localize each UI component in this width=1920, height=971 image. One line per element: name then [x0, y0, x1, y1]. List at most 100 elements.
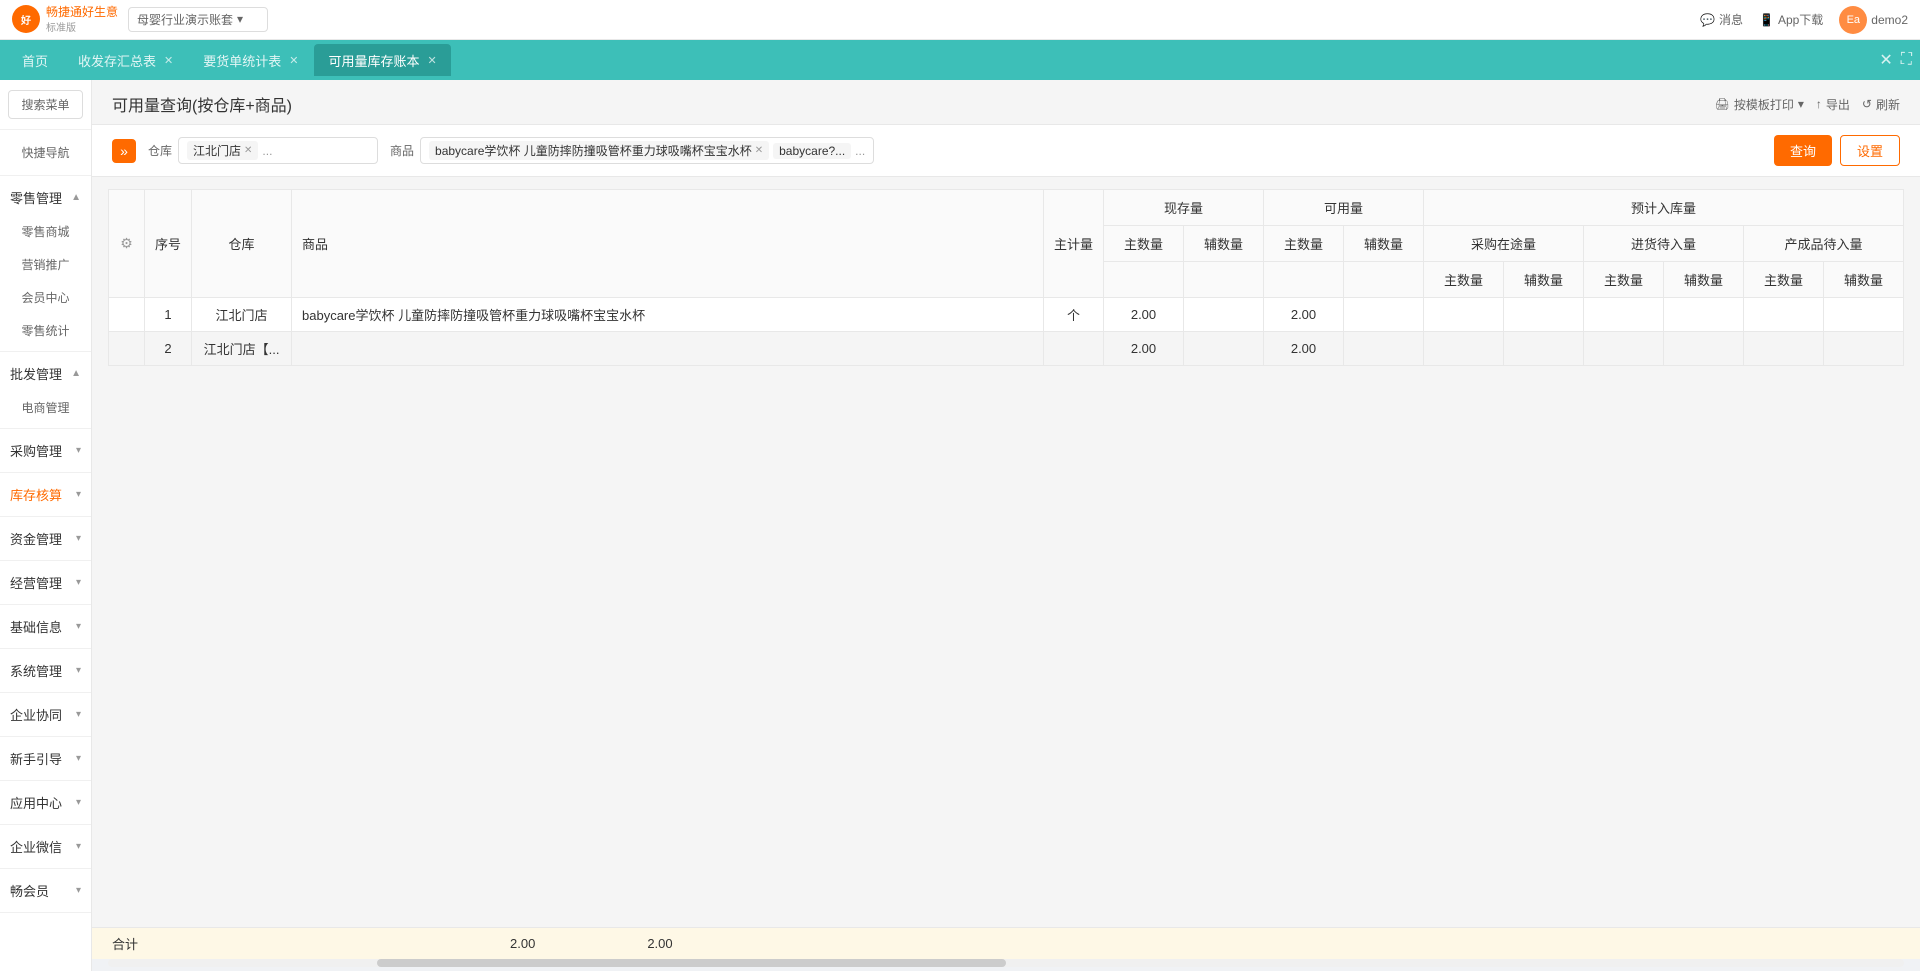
- col-sub-inbound-main: 主数量: [1584, 262, 1664, 298]
- setting-btn[interactable]: 设置: [1840, 135, 1900, 166]
- col-header-num: 序号: [145, 190, 192, 298]
- logo-area: 好 畅捷通好生意 标准版: [12, 5, 118, 34]
- search-menu-btn[interactable]: 搜索菜单: [8, 90, 83, 119]
- product-tag-1-close[interactable]: ✕: [755, 145, 763, 156]
- col-header-current-aux: 辅数量: [1184, 226, 1264, 262]
- cell-warehouse-1: 江北门店: [192, 298, 292, 332]
- tab-requisition-stats[interactable]: 要货单统计表 ✕: [189, 44, 312, 76]
- sidebar-wecom-label: 企业微信: [10, 837, 62, 856]
- sidebar-wholesale-header[interactable]: 批发管理 ▲: [0, 356, 91, 391]
- app-download-label: App下载: [1778, 11, 1823, 28]
- sidebar-item-ecommerce[interactable]: 电商管理: [0, 391, 91, 424]
- sidebar-retail-header[interactable]: 零售管理 ▲: [0, 180, 91, 215]
- chevron-down-icon-12: ▾: [76, 885, 81, 896]
- mobile-icon: 📱: [1759, 13, 1774, 27]
- sidebar-newbie-header[interactable]: 新手引导 ▾: [0, 741, 91, 776]
- sidebar-basic-label: 基础信息: [10, 617, 62, 636]
- refresh-btn[interactable]: ↺ 刷新: [1862, 96, 1900, 113]
- sidebar-system-header[interactable]: 系统管理 ▾: [0, 653, 91, 688]
- query-btn[interactable]: 查询: [1774, 135, 1832, 166]
- logo-icon: 好: [12, 5, 40, 33]
- sidebar-item-retail-stats[interactable]: 零售统计: [0, 314, 91, 347]
- sidebar-appstore-header[interactable]: 应用中心 ▾: [0, 785, 91, 820]
- sidebar-ops-header[interactable]: 经营管理 ▾: [0, 565, 91, 600]
- col-sub-inbound-aux: 辅数量: [1664, 262, 1744, 298]
- sidebar-item-quick-nav[interactable]: 快捷导航: [0, 136, 91, 169]
- col-header-current-stock: 现存量: [1104, 190, 1264, 226]
- tab-requisition-stats-close[interactable]: ✕: [289, 54, 298, 67]
- chevron-down-icon-print: ▾: [1798, 97, 1804, 111]
- sidebar-item-retail-mall[interactable]: 零售商城: [0, 215, 91, 248]
- horizontal-scrollbar[interactable]: [108, 959, 1904, 967]
- total-current-main: 2.00: [510, 936, 535, 951]
- scrollbar-thumb: [377, 959, 1006, 967]
- product-tag-2-text: babycare?...: [779, 144, 845, 158]
- sidebar-purchase-label: 采购管理: [10, 441, 62, 460]
- sidebar-wecom-header[interactable]: 企业微信 ▾: [0, 829, 91, 864]
- tab-receipt-summary[interactable]: 收发存汇总表 ✕: [64, 44, 187, 76]
- tab-home[interactable]: 首页: [8, 44, 62, 76]
- cell-inbound-main-1: [1584, 298, 1664, 332]
- sidebar-section-appstore: 应用中心 ▾: [0, 781, 91, 825]
- print-btn[interactable]: 🖨 按模板打印 ▾: [1715, 96, 1804, 113]
- message-btn[interactable]: 💬 消息: [1700, 11, 1743, 28]
- sidebar-section-ops: 经营管理 ▾: [0, 561, 91, 605]
- app-download-btn[interactable]: 📱 App下载: [1759, 11, 1823, 28]
- sidebar-item-marketing[interactable]: 营销推广: [0, 248, 91, 281]
- table-settings-icon[interactable]: ⚙: [120, 235, 133, 251]
- industry-selector[interactable]: 母婴行业演示账套 ▾: [128, 7, 268, 32]
- user-menu[interactable]: Ea demo2: [1839, 6, 1908, 34]
- export-btn[interactable]: ↑ 导出: [1816, 96, 1850, 113]
- chevron-down-icon: ▾: [237, 12, 243, 26]
- col-sub-product-aux: 辅数量: [1824, 262, 1904, 298]
- cell-num-2: 2: [145, 332, 192, 366]
- tab-receipt-summary-close[interactable]: ✕: [164, 54, 173, 67]
- chevron-down-icon: ▲: [71, 368, 81, 379]
- sidebar-vip-header[interactable]: 畅会员 ▾: [0, 873, 91, 908]
- warehouse-filter-label: 仓库: [148, 142, 172, 159]
- cell-available-main-2: 2.00: [1264, 332, 1344, 366]
- sidebar-inventory-header[interactable]: 库存核算 ▾: [0, 477, 91, 512]
- nav-tabs: 首页 收发存汇总表 ✕ 要货单统计表 ✕ 可用量库存账本 ✕ ✕ ⛶: [0, 40, 1920, 80]
- main-layout: 搜索菜单 快捷导航 零售管理 ▲ 零售商城 营销推广 会员中心 零售统计 批发管…: [0, 80, 1920, 971]
- col-sub-available-main: [1264, 262, 1344, 298]
- tab-available-stock[interactable]: 可用量库存账本 ✕: [314, 44, 450, 76]
- product-more-dots[interactable]: ...: [855, 144, 865, 158]
- sidebar-ops-label: 经营管理: [10, 573, 62, 592]
- tab-available-stock-close[interactable]: ✕: [428, 54, 437, 67]
- product-filter: 商品 babycare学饮杯 儿童防摔防撞吸管杯重力球吸嘴杯宝宝水杯 ✕ bab…: [390, 137, 874, 164]
- cell-product-2: [292, 332, 1044, 366]
- warehouse-tag-close[interactable]: ✕: [244, 145, 252, 156]
- fullscreen-icon[interactable]: ⛶: [1901, 51, 1912, 69]
- sidebar-purchase-header[interactable]: 采购管理 ▾: [0, 433, 91, 468]
- sidebar-search-area: 搜索菜单: [0, 80, 91, 130]
- footer-bar: 合计 2.00 2.00: [92, 927, 1920, 959]
- warehouse-more-dots[interactable]: ...: [262, 144, 272, 158]
- col-header-warehouse: 仓库: [192, 190, 292, 298]
- sidebar-finance-header[interactable]: 资金管理 ▾: [0, 521, 91, 556]
- message-label: 消息: [1719, 11, 1743, 28]
- chevron-down-icon-2: ▾: [76, 445, 81, 456]
- top-bar-right: 💬 消息 📱 App下载 Ea demo2: [1700, 6, 1908, 34]
- product-tag-2: babycare?...: [773, 143, 851, 159]
- filter-expand-btn[interactable]: »: [112, 139, 136, 163]
- sidebar-enterprise-header[interactable]: 企业协同 ▾: [0, 697, 91, 732]
- sidebar-basic-header[interactable]: 基础信息 ▾: [0, 609, 91, 644]
- table-row: 2 江北门店【... 2.00 2.00: [109, 332, 1904, 366]
- sidebar: 搜索菜单 快捷导航 零售管理 ▲ 零售商城 营销推广 会员中心 零售统计 批发管…: [0, 80, 92, 971]
- chevron-down-icon-9: ▾: [76, 753, 81, 764]
- page-actions: 🖨 按模板打印 ▾ ↑ 导出 ↺ 刷新: [1715, 96, 1900, 113]
- chevron-down-icon-10: ▾: [76, 797, 81, 808]
- col-sub-product-main: 主数量: [1744, 262, 1824, 298]
- cell-inbound-aux-2: [1664, 332, 1744, 366]
- cell-available-aux-2: [1344, 332, 1424, 366]
- sidebar-system-label: 系统管理: [10, 661, 62, 680]
- cell-unit-2: [1043, 332, 1103, 366]
- product-input-wrap[interactable]: babycare学饮杯 儿童防摔防撞吸管杯重力球吸嘴杯宝宝水杯 ✕ babyca…: [420, 137, 874, 164]
- sidebar-item-members[interactable]: 会员中心: [0, 281, 91, 314]
- cell-inbound-aux-1: [1664, 298, 1744, 332]
- warehouse-input-wrap[interactable]: 江北门店 ✕ ...: [178, 137, 378, 164]
- close-all-tabs-icon[interactable]: ✕: [1879, 50, 1892, 70]
- col-sub-current-aux: [1184, 262, 1264, 298]
- sidebar-section-inventory: 库存核算 ▾: [0, 473, 91, 517]
